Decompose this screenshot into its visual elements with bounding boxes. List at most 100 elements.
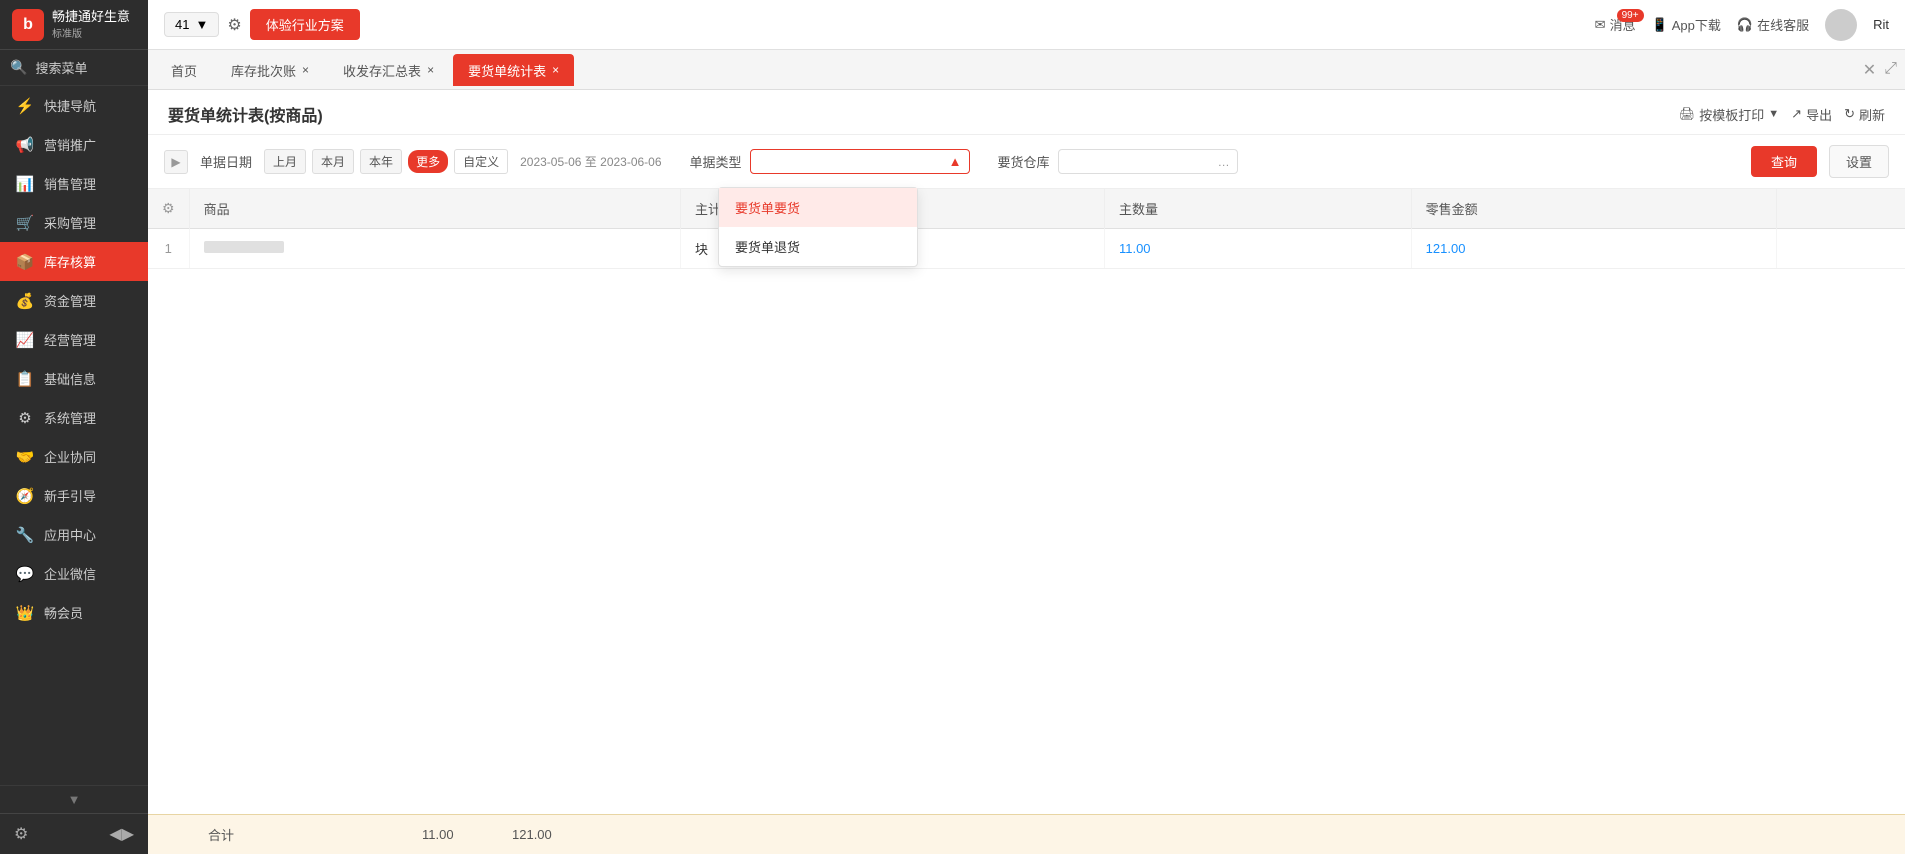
col-amount: 零售金额 <box>1411 189 1776 229</box>
date-custom[interactable]: 自定义 <box>454 149 508 174</box>
date-prev-month[interactable]: 上月 <box>264 149 306 174</box>
tab-close-receive-summary[interactable]: × <box>427 63 434 77</box>
close-all-icon[interactable]: ✕ <box>1863 60 1876 80</box>
wechat-icon: 💬 <box>14 565 36 583</box>
tab-close-order-summary[interactable]: × <box>552 63 559 77</box>
sidebar-item-basics[interactable]: 📋 基础信息 <box>0 359 148 398</box>
table-settings-icon[interactable]: ⚙ <box>162 200 175 216</box>
app-label: App下载 <box>1672 15 1721 34</box>
search-label: 搜索菜单 <box>35 58 87 77</box>
logo-sub: 标准版 <box>52 25 130 40</box>
date-this-year[interactable]: 本年 <box>360 149 402 174</box>
sidebar-item-enterprise[interactable]: 🤝 企业协同 <box>0 437 148 476</box>
sidebar: b 畅捷通好生意 标准版 🔍 搜索菜单 ⚡ 快捷导航 📢 营销推广 📊 销售管理… <box>0 0 148 854</box>
sidebar-label: 企业协同 <box>44 447 96 466</box>
tab-label: 库存批次账 <box>231 61 296 80</box>
footer-amount: 121.00 <box>482 827 602 842</box>
query-btn[interactable]: 查询 <box>1751 146 1817 177</box>
col-extra <box>1776 189 1905 229</box>
table-header-row: ⚙ 商品 主计量单位 主数量 零售金额 <box>148 189 1905 229</box>
operations-icon: 📈 <box>14 331 36 349</box>
sidebar-item-marketing[interactable]: 📢 营销推广 <box>0 125 148 164</box>
gear-icon[interactable]: ⚙ <box>227 15 241 35</box>
tab-receive-summary[interactable]: 收发存汇总表 × <box>328 54 449 86</box>
tab-inventory-batch[interactable]: 库存批次账 × <box>216 54 324 86</box>
sidebar-item-system[interactable]: ⚙ 系统管理 <box>0 398 148 437</box>
sidebar-item-operations[interactable]: 📈 经营管理 <box>0 320 148 359</box>
tab-home[interactable]: 首页 <box>156 54 212 86</box>
tab-label: 收发存汇总表 <box>343 61 421 80</box>
row-qty[interactable]: 11.00 <box>1104 229 1411 269</box>
collapse-icon[interactable]: ◀▶ <box>109 824 134 844</box>
finance-icon: 💰 <box>14 292 36 310</box>
sidebar-item-wechat[interactable]: 💬 企业微信 <box>0 554 148 593</box>
dropdown-arrow-icon[interactable]: ▲ <box>949 154 962 169</box>
date-this-month[interactable]: 本月 <box>312 149 354 174</box>
type-input[interactable] <box>750 149 970 174</box>
page-content: 要货单统计表(按商品) 🖨 按模板打印 ▼ ↗ 导出 ↻ 刷新 <box>148 90 1905 854</box>
sales-icon: 📊 <box>14 175 36 193</box>
filter-bar: ▶ 单据日期 上月 本月 本年 更多 自定义 2023-05-06 至 2023… <box>148 135 1905 189</box>
system-icon: ⚙ <box>14 409 36 427</box>
refresh-btn[interactable]: ↻ 刷新 <box>1844 105 1885 124</box>
row-amount[interactable]: 121.00 <box>1411 229 1776 269</box>
sidebar-item-finance[interactable]: 💰 资金管理 <box>0 281 148 320</box>
tab-label: 要货单统计表 <box>468 61 546 80</box>
export-btn[interactable]: ↗ 导出 <box>1791 105 1832 124</box>
logo-icon: b <box>12 9 44 41</box>
sidebar-item-app-center[interactable]: 🔧 应用中心 <box>0 515 148 554</box>
phone-icon: 📱 <box>1652 17 1668 33</box>
topbar-left: 41 ▼ ⚙ 体验行业方案 <box>164 9 360 40</box>
sidebar-label: 企业微信 <box>44 564 96 583</box>
col-goods: 商品 <box>189 189 680 229</box>
settings-icon[interactable]: ⚙ <box>14 824 28 844</box>
filter-expand-btn[interactable]: ▶ <box>164 150 188 174</box>
tabbar: 首页 库存批次账 × 收发存汇总表 × 要货单统计表 × ✕ ⤢ <box>148 50 1905 90</box>
date-more-badge[interactable]: 更多 <box>408 150 448 173</box>
col-qty: 主数量 <box>1104 189 1411 229</box>
col-settings[interactable]: ⚙ <box>148 189 189 229</box>
message-btn[interactable]: ✉ 消息 99+ <box>1595 15 1636 34</box>
sidebar-item-quick-nav[interactable]: ⚡ 快捷导航 <box>0 86 148 125</box>
maximize-icon[interactable]: ⤢ <box>1884 60 1897 80</box>
trial-btn[interactable]: 体验行业方案 <box>250 9 360 40</box>
row-extra <box>1776 229 1905 269</box>
sidebar-label: 采购管理 <box>44 213 96 232</box>
user-name-label: Rit <box>1873 17 1889 32</box>
app-download-btn[interactable]: 📱 App下载 <box>1652 15 1721 34</box>
sidebar-bottom: ⚙ ◀▶ <box>0 813 148 854</box>
page-header-actions: 🖨 按模板打印 ▼ ↗ 导出 ↻ 刷新 <box>1679 105 1885 124</box>
print-btn[interactable]: 🖨 按模板打印 ▼ <box>1679 105 1779 124</box>
sidebar-item-member[interactable]: 👑 畅会员 <box>0 593 148 632</box>
sidebar-label: 应用中心 <box>44 525 96 544</box>
message-badge: 99+ <box>1617 9 1644 22</box>
tab-order-summary[interactable]: 要货单统计表 × <box>453 54 574 86</box>
dropdown-item-order-goods[interactable]: 要货单要货 <box>719 188 917 227</box>
user-avatar[interactable] <box>1825 9 1857 41</box>
sidebar-search[interactable]: 🔍 搜索菜单 <box>0 50 148 86</box>
settings-btn[interactable]: 设置 <box>1829 145 1889 178</box>
tab-label: 首页 <box>171 61 197 80</box>
enterprise-icon: 🤝 <box>14 448 36 466</box>
sidebar-item-inventory[interactable]: 📦 库存核算 <box>0 242 148 281</box>
sidebar-label: 基础信息 <box>44 369 96 388</box>
refresh-icon: ↻ <box>1844 106 1855 122</box>
sidebar-label: 库存核算 <box>44 252 96 271</box>
type-dropdown: 要货单要货 要货单退货 <box>718 187 918 267</box>
sidebar-scroll-down[interactable]: ▼ <box>0 785 148 813</box>
more-dots-icon[interactable]: … <box>1218 155 1230 169</box>
table-container: ⚙ 商品 主计量单位 主数量 零售金额 1 <box>148 189 1905 814</box>
tab-close-inventory-batch[interactable]: × <box>302 63 309 77</box>
sidebar-item-sales[interactable]: 📊 销售管理 <box>0 164 148 203</box>
page-header: 要货单统计表(按商品) 🖨 按模板打印 ▼ ↗ 导出 ↻ 刷新 <box>148 90 1905 135</box>
sidebar-item-guide[interactable]: 🧭 新手引导 <box>0 476 148 515</box>
dropdown-item-order-return[interactable]: 要货单退货 <box>719 227 917 266</box>
sidebar-item-purchase[interactable]: 🛒 采购管理 <box>0 203 148 242</box>
logo: b 畅捷通好生意 标准版 <box>0 0 148 50</box>
sidebar-label: 快捷导航 <box>44 96 96 115</box>
warehouse-input[interactable] <box>1058 149 1238 174</box>
main-area: 41 ▼ ⚙ 体验行业方案 ✉ 消息 99+ 📱 App下载 🎧 在线客服 Ri… <box>148 0 1905 854</box>
store-selector[interactable]: 41 ▼ <box>164 12 219 37</box>
service-btn[interactable]: 🎧 在线客服 <box>1737 15 1809 34</box>
topbar: 41 ▼ ⚙ 体验行业方案 ✉ 消息 99+ 📱 App下载 🎧 在线客服 Ri… <box>148 0 1905 50</box>
